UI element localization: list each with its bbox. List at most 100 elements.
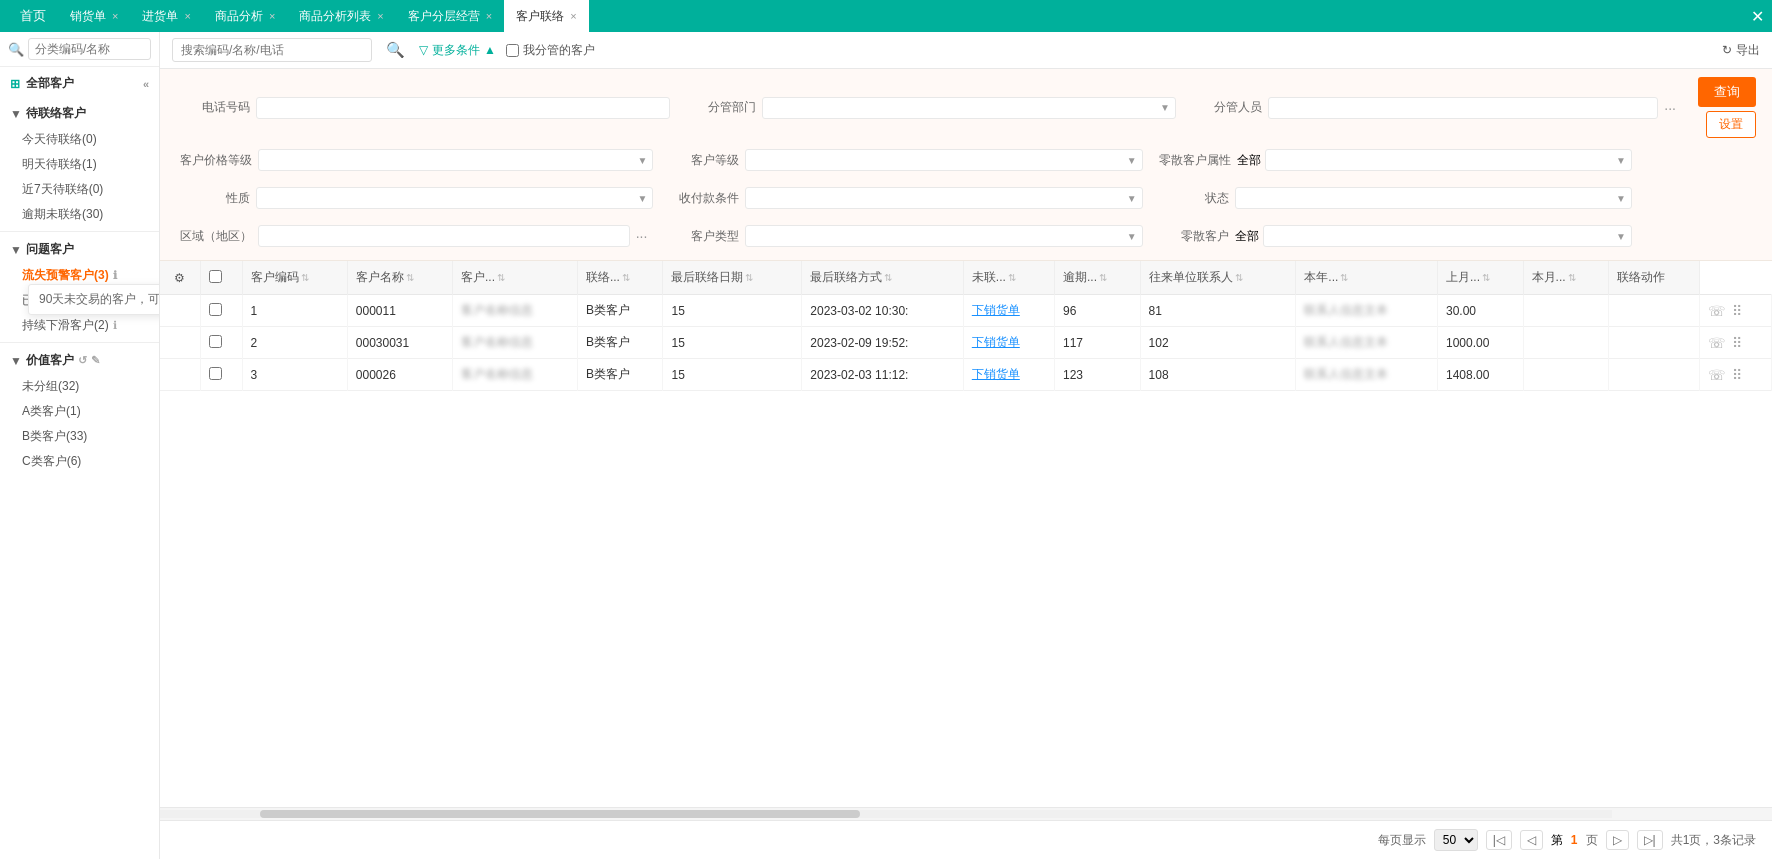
col-header-code[interactable]: 客户编码⇅ bbox=[242, 261, 347, 295]
row-code: 000026 bbox=[347, 359, 452, 391]
select-all-checkbox[interactable] bbox=[209, 270, 222, 283]
more-actions-icon[interactable]: ⠿ bbox=[1732, 367, 1742, 383]
gear-column-header[interactable]: ⚙ bbox=[160, 261, 200, 295]
nav-tab-customer-layer[interactable]: 客户分层经营 × bbox=[396, 0, 504, 32]
customer-type-select[interactable] bbox=[745, 225, 1142, 247]
row-contact-person: 联系人信息文本 bbox=[1296, 359, 1438, 391]
col-header-overdue[interactable]: 逾期...⇅ bbox=[1054, 261, 1140, 295]
nav-tab-analysis-list[interactable]: 商品分析列表 × bbox=[287, 0, 395, 32]
row-type: B类客户 bbox=[577, 327, 663, 359]
filter-search-button[interactable]: 🔍 bbox=[382, 41, 409, 59]
person-input[interactable] bbox=[1268, 97, 1658, 119]
person-more-dots[interactable]: ··· bbox=[1658, 100, 1682, 116]
customer-level-select-wrap: ▼ bbox=[745, 149, 1142, 171]
close-tab-purchase[interactable]: × bbox=[184, 10, 190, 22]
sidebar-item-class-c[interactable]: C类客户(6) bbox=[0, 449, 159, 474]
prev-page-button[interactable]: ◁ bbox=[1520, 830, 1543, 850]
more-actions-icon[interactable]: ⠿ bbox=[1732, 335, 1742, 351]
payment-select[interactable] bbox=[745, 187, 1142, 209]
close-tab-customer-contact[interactable]: × bbox=[570, 10, 576, 22]
col-header-contact-person[interactable]: 往来单位联系人⇅ bbox=[1140, 261, 1296, 295]
col-header-last-method[interactable]: 最后联络方式⇅ bbox=[802, 261, 963, 295]
nav-tab-sales[interactable]: 销货单 × bbox=[58, 0, 130, 32]
nav-tab-analysis[interactable]: 商品分析 × bbox=[203, 0, 287, 32]
filter-search-input[interactable] bbox=[172, 38, 372, 62]
col-header-last-date[interactable]: 最后联络日期⇅ bbox=[663, 261, 802, 295]
query-button[interactable]: 查询 bbox=[1698, 77, 1756, 107]
sidebar-item-declining[interactable]: 持续下滑客户(2) ℹ bbox=[0, 313, 159, 338]
col-header-type[interactable]: 客户...⇅ bbox=[453, 261, 578, 295]
row-last-method[interactable]: 下销货单 bbox=[963, 295, 1054, 327]
close-all-btn[interactable]: ✕ bbox=[1751, 7, 1764, 26]
nav-tab-home[interactable]: 首页 bbox=[8, 7, 58, 25]
col-header-name[interactable]: 客户名称⇅ bbox=[347, 261, 452, 295]
row-last-month bbox=[1523, 327, 1609, 359]
col-header-no-contact[interactable]: 未联...⇅ bbox=[963, 261, 1054, 295]
nav-tab-customer-contact[interactable]: 客户联络 × bbox=[504, 0, 588, 32]
sidebar-item-class-b[interactable]: B类客户(33) bbox=[0, 424, 159, 449]
info-icon-1[interactable]: ℹ bbox=[113, 269, 117, 282]
sidebar-item-tomorrow[interactable]: 明天待联络(1) bbox=[0, 152, 159, 177]
info-icon-3[interactable]: ℹ bbox=[113, 319, 117, 332]
my-customers-checkbox-label[interactable]: 我分管的客户 bbox=[506, 42, 595, 59]
dept-select[interactable] bbox=[762, 97, 1176, 119]
page-size-select[interactable]: 50 bbox=[1434, 829, 1478, 851]
sidebar-group-header-problem[interactable]: ▼ 问题客户 bbox=[0, 236, 159, 263]
sidebar-search-input[interactable] bbox=[28, 38, 151, 60]
phone-input[interactable] bbox=[256, 97, 670, 119]
col-header-contact[interactable]: 联络...⇅ bbox=[577, 261, 663, 295]
refresh-icon[interactable]: ↺ bbox=[78, 354, 87, 367]
sidebar-all-customers[interactable]: ⊞ 全部客户 « bbox=[0, 67, 159, 100]
first-page-button[interactable]: |◁ bbox=[1486, 830, 1512, 850]
row-checkbox[interactable] bbox=[209, 367, 222, 380]
region-input[interactable] bbox=[258, 225, 630, 247]
customer-level-select[interactable] bbox=[745, 149, 1142, 171]
sidebar-divider-1 bbox=[0, 231, 159, 232]
next-page-button[interactable]: ▷ bbox=[1606, 830, 1629, 850]
retail-select[interactable] bbox=[1263, 225, 1632, 247]
query-settings-wrap: 查询 设置 bbox=[1690, 77, 1760, 138]
sidebar-item-class-a[interactable]: A类客户(1) bbox=[0, 399, 159, 424]
contact-icon[interactable]: ☏ bbox=[1708, 367, 1726, 383]
row-last-method[interactable]: 下销货单 bbox=[963, 327, 1054, 359]
col-header-this-month[interactable]: 本月...⇅ bbox=[1523, 261, 1609, 295]
col-header-last-month[interactable]: 上月...⇅ bbox=[1437, 261, 1523, 295]
edit-icon[interactable]: ✎ bbox=[91, 354, 100, 367]
current-page: 1 bbox=[1571, 833, 1578, 847]
price-grade-select[interactable] bbox=[258, 149, 653, 171]
close-tab-analysis-list[interactable]: × bbox=[377, 10, 383, 22]
sidebar-item-ungrouped[interactable]: 未分组(32) bbox=[0, 374, 159, 399]
close-tab-customer-layer[interactable]: × bbox=[486, 10, 492, 22]
close-tab-sales[interactable]: × bbox=[112, 10, 118, 22]
status-select[interactable] bbox=[1235, 187, 1632, 209]
retail-attr-select[interactable] bbox=[1265, 149, 1632, 171]
scrollbar-thumb[interactable] bbox=[260, 810, 860, 818]
close-tab-analysis[interactable]: × bbox=[269, 10, 275, 22]
row-checkbox[interactable] bbox=[209, 303, 222, 316]
sort-icon-contact-person: ⇅ bbox=[1235, 272, 1243, 283]
last-page-button[interactable]: ▷| bbox=[1637, 830, 1663, 850]
more-actions-icon[interactable]: ⠿ bbox=[1732, 303, 1742, 319]
contact-icon[interactable]: ☏ bbox=[1708, 335, 1726, 351]
checkbox-column-header[interactable] bbox=[200, 261, 242, 295]
horizontal-scrollbar[interactable] bbox=[160, 810, 1612, 818]
page-label: 第 bbox=[1551, 832, 1563, 849]
sidebar-item-today[interactable]: 今天待联络(0) bbox=[0, 127, 159, 152]
contact-icon[interactable]: ☏ bbox=[1708, 303, 1726, 319]
row-checkbox[interactable] bbox=[209, 335, 222, 348]
my-customers-checkbox[interactable] bbox=[506, 44, 519, 57]
sidebar-group-header-value[interactable]: ▼ 价值客户 ↺ ✎ bbox=[0, 347, 159, 374]
region-more-dots[interactable]: ··· bbox=[630, 228, 654, 244]
settings-button[interactable]: 设置 bbox=[1706, 111, 1756, 138]
nature-select[interactable] bbox=[256, 187, 653, 209]
sidebar-group-header-pending[interactable]: ▼ 待联络客户 bbox=[0, 100, 159, 127]
nav-tab-purchase[interactable]: 进货单 × bbox=[130, 0, 202, 32]
sort-icon-last-month: ⇅ bbox=[1482, 272, 1490, 283]
col-header-this-year[interactable]: 本年...⇅ bbox=[1296, 261, 1438, 295]
row-last-method[interactable]: 下销货单 bbox=[963, 359, 1054, 391]
row-last-month bbox=[1523, 295, 1609, 327]
sidebar-item-7days[interactable]: 近7天待联络(0) bbox=[0, 177, 159, 202]
sidebar-item-overdue[interactable]: 逾期未联络(30) bbox=[0, 202, 159, 227]
export-button[interactable]: ↻ 导出 bbox=[1722, 42, 1760, 59]
filter-more-btn[interactable]: ▽ 更多条件 ▲ bbox=[419, 42, 496, 59]
